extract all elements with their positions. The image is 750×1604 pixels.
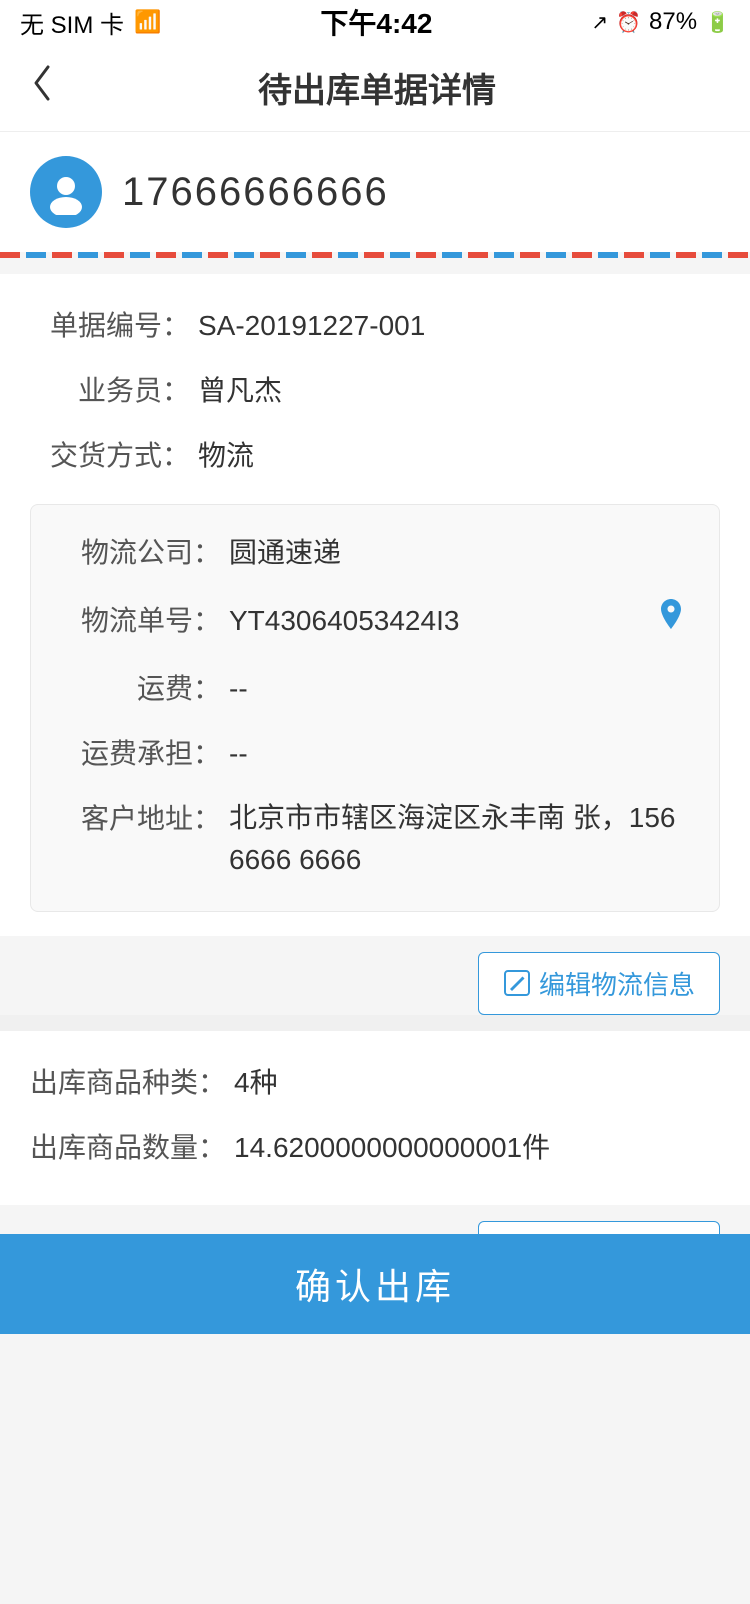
tracking-no-value: YT43064053424I3: [229, 599, 641, 644]
customer-phone: 17666666666: [122, 170, 389, 215]
delivery-label: 交货方式：: [30, 434, 190, 479]
address-label: 客户地址：: [61, 797, 221, 842]
wifi-icon: 📶: [134, 9, 161, 35]
goods-category-value: 4种: [234, 1061, 720, 1106]
status-right: ↗ ⏰ 87% 🔋: [591, 8, 730, 36]
logistics-card: 物流公司： 圆通速递 物流单号： YT43064053424I3 运费： -- …: [30, 504, 720, 912]
goods-quantity-label: 出库商品数量：: [30, 1126, 226, 1171]
goods-category-label: 出库商品种类：: [30, 1061, 226, 1106]
freight-value: --: [229, 667, 689, 712]
delivery-row: 交货方式： 物流: [30, 424, 720, 489]
location-icon: ↗: [591, 10, 608, 35]
freight-label: 运费：: [61, 667, 221, 712]
order-no-label: 单据编号：: [30, 304, 190, 349]
nav-bar: 待出库单据详情: [0, 44, 750, 132]
alarm-icon: ⏰: [616, 10, 641, 35]
salesman-label: 业务员：: [30, 369, 190, 414]
address-row: 客户地址： 北京市市辖区海淀区永丰南 张，156 6666 6666: [61, 787, 689, 891]
goods-section: 出库商品种类： 4种 出库商品数量： 14.6200000000000001件: [0, 1031, 750, 1205]
address-value: 北京市市辖区海淀区永丰南 张，156 6666 6666: [229, 797, 689, 881]
bottom-area: 确认出库: [0, 1234, 750, 1334]
freight-bear-label: 运费承担：: [61, 732, 221, 777]
carrier-text: 无 SIM 卡: [20, 5, 124, 40]
freight-row: 运费： --: [61, 657, 689, 722]
salesman-value: 曾凡杰: [198, 369, 720, 414]
goods-category-row: 出库商品种类： 4种: [30, 1051, 720, 1116]
page-title: 待出库单据详情: [74, 63, 680, 112]
freight-bear-value: --: [229, 732, 689, 777]
avatar: [30, 156, 102, 228]
logistics-company-row: 物流公司： 圆通速递: [61, 521, 689, 586]
logistics-company-value: 圆通速递: [229, 531, 689, 576]
status-left: 无 SIM 卡 📶: [20, 5, 161, 40]
edit-logistics-button[interactable]: 编辑物流信息: [478, 952, 720, 1015]
tracking-no-label: 物流单号：: [61, 599, 221, 644]
battery-icon: 🔋: [705, 10, 730, 35]
goods-quantity-row: 出库商品数量： 14.6200000000000001件: [30, 1116, 720, 1181]
edit-btn-row: 编辑物流信息: [0, 936, 750, 1015]
goods-quantity-value: 14.6200000000000001件: [234, 1126, 720, 1171]
freight-bear-row: 运费承担： --: [61, 722, 689, 787]
order-no-value: SA-20191227-001: [198, 304, 720, 349]
status-time: 下午4:42: [320, 2, 432, 42]
delivery-value: 物流: [198, 434, 720, 479]
logistics-company-label: 物流公司：: [61, 531, 221, 576]
confirm-button[interactable]: 确认出库: [0, 1234, 750, 1334]
order-no-row: 单据编号： SA-20191227-001: [30, 294, 720, 359]
salesman-row: 业务员： 曾凡杰: [30, 359, 720, 424]
customer-header: 17666666666: [0, 132, 750, 252]
edit-logistics-label: 编辑物流信息: [539, 965, 695, 1002]
order-info-section: 单据编号： SA-20191227-001 业务员： 曾凡杰 交货方式： 物流 …: [0, 274, 750, 936]
location-pin-icon[interactable]: [653, 596, 689, 647]
tracking-no-row: 物流单号： YT43064053424I3: [61, 586, 689, 657]
main-content: 17666666666 单据编号： SA-20191227-001 业务员： 曾…: [0, 132, 750, 1604]
status-bar: 无 SIM 卡 📶 下午4:42 ↗ ⏰ 87% 🔋: [0, 0, 750, 44]
section-divider: [0, 1015, 750, 1031]
back-button[interactable]: [30, 63, 54, 113]
battery-text: 87%: [649, 8, 697, 36]
dashed-divider: [0, 252, 750, 258]
